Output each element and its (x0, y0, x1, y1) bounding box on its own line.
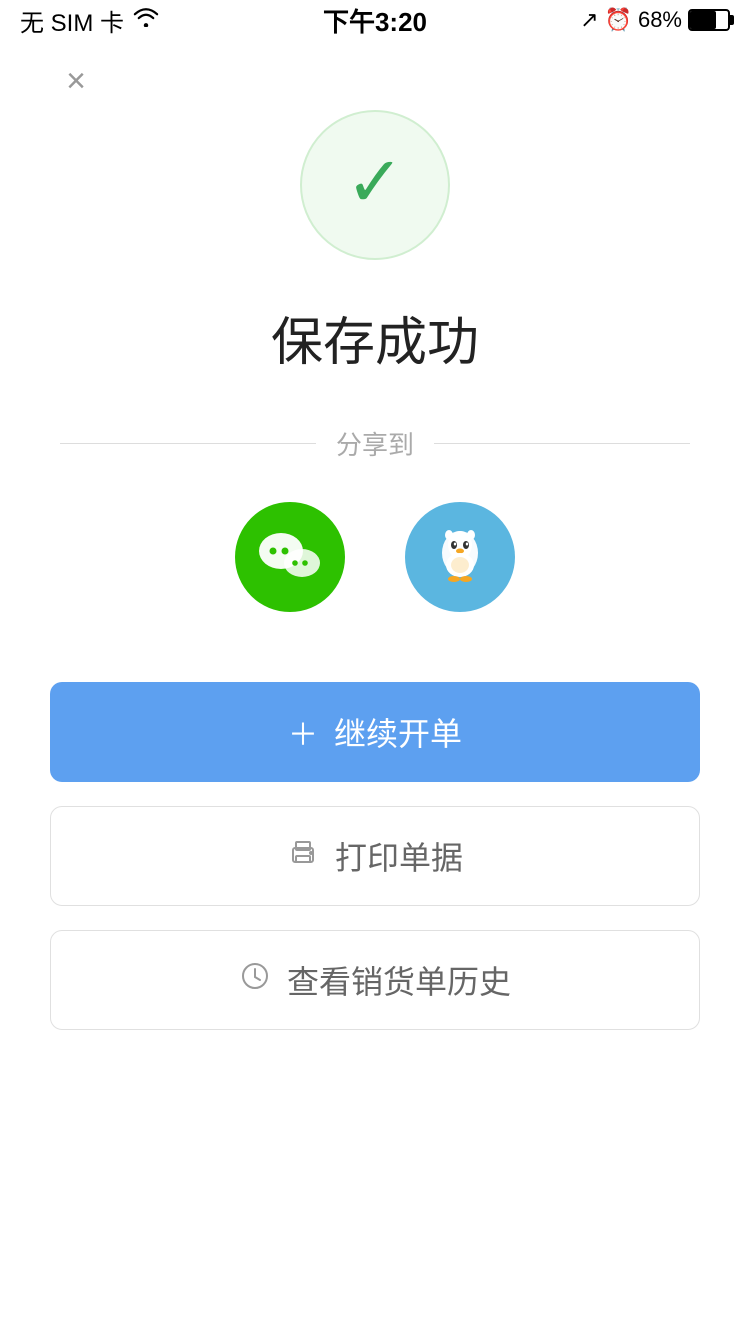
close-button[interactable]: × (50, 55, 102, 107)
qq-icon (430, 523, 490, 591)
print-label: 打印单据 (335, 833, 463, 879)
wifi-icon (132, 6, 160, 34)
status-bar: 无 SIM 卡 下午3:20 ↗ ⏰ 68% (0, 0, 750, 40)
divider-right (434, 443, 690, 444)
history-button[interactable]: 查看销货单历史 (50, 930, 700, 1030)
continue-icon: ＋ (288, 710, 318, 754)
share-qq-button[interactable] (405, 502, 515, 612)
success-title: 保存成功 (271, 300, 479, 375)
wechat-icon (255, 527, 325, 587)
share-divider: 分享到 (0, 425, 750, 462)
continue-label: 继续开单 (334, 709, 462, 755)
continue-button[interactable]: ＋ 继续开单 (50, 682, 700, 782)
battery-percentage: 68% (638, 7, 682, 33)
share-label: 分享到 (316, 425, 434, 462)
print-button[interactable]: 打印单据 (50, 806, 700, 906)
success-circle: ✓ (300, 110, 450, 260)
main-content: ✓ 保存成功 分享到 (0, 40, 750, 1030)
share-wechat-button[interactable] (235, 502, 345, 612)
status-right-icons: ↗ ⏰ 68% (580, 7, 730, 33)
checkmark-icon: ✓ (346, 147, 405, 217)
location-icon: ↗ (580, 7, 598, 33)
status-carrier: 无 SIM 卡 (20, 3, 160, 38)
alarm-icon: ⏰ (605, 7, 632, 33)
action-buttons: ＋ 继续开单 打印单据 查看销货单历史 (0, 682, 750, 1030)
divider-left (60, 443, 316, 444)
battery-icon (688, 9, 730, 31)
print-icon (287, 836, 319, 876)
history-label: 查看销货单历史 (287, 957, 511, 1003)
share-icons (235, 502, 515, 612)
close-icon: × (66, 64, 86, 98)
history-icon (239, 960, 271, 1000)
status-time: 下午3:20 (323, 2, 427, 39)
